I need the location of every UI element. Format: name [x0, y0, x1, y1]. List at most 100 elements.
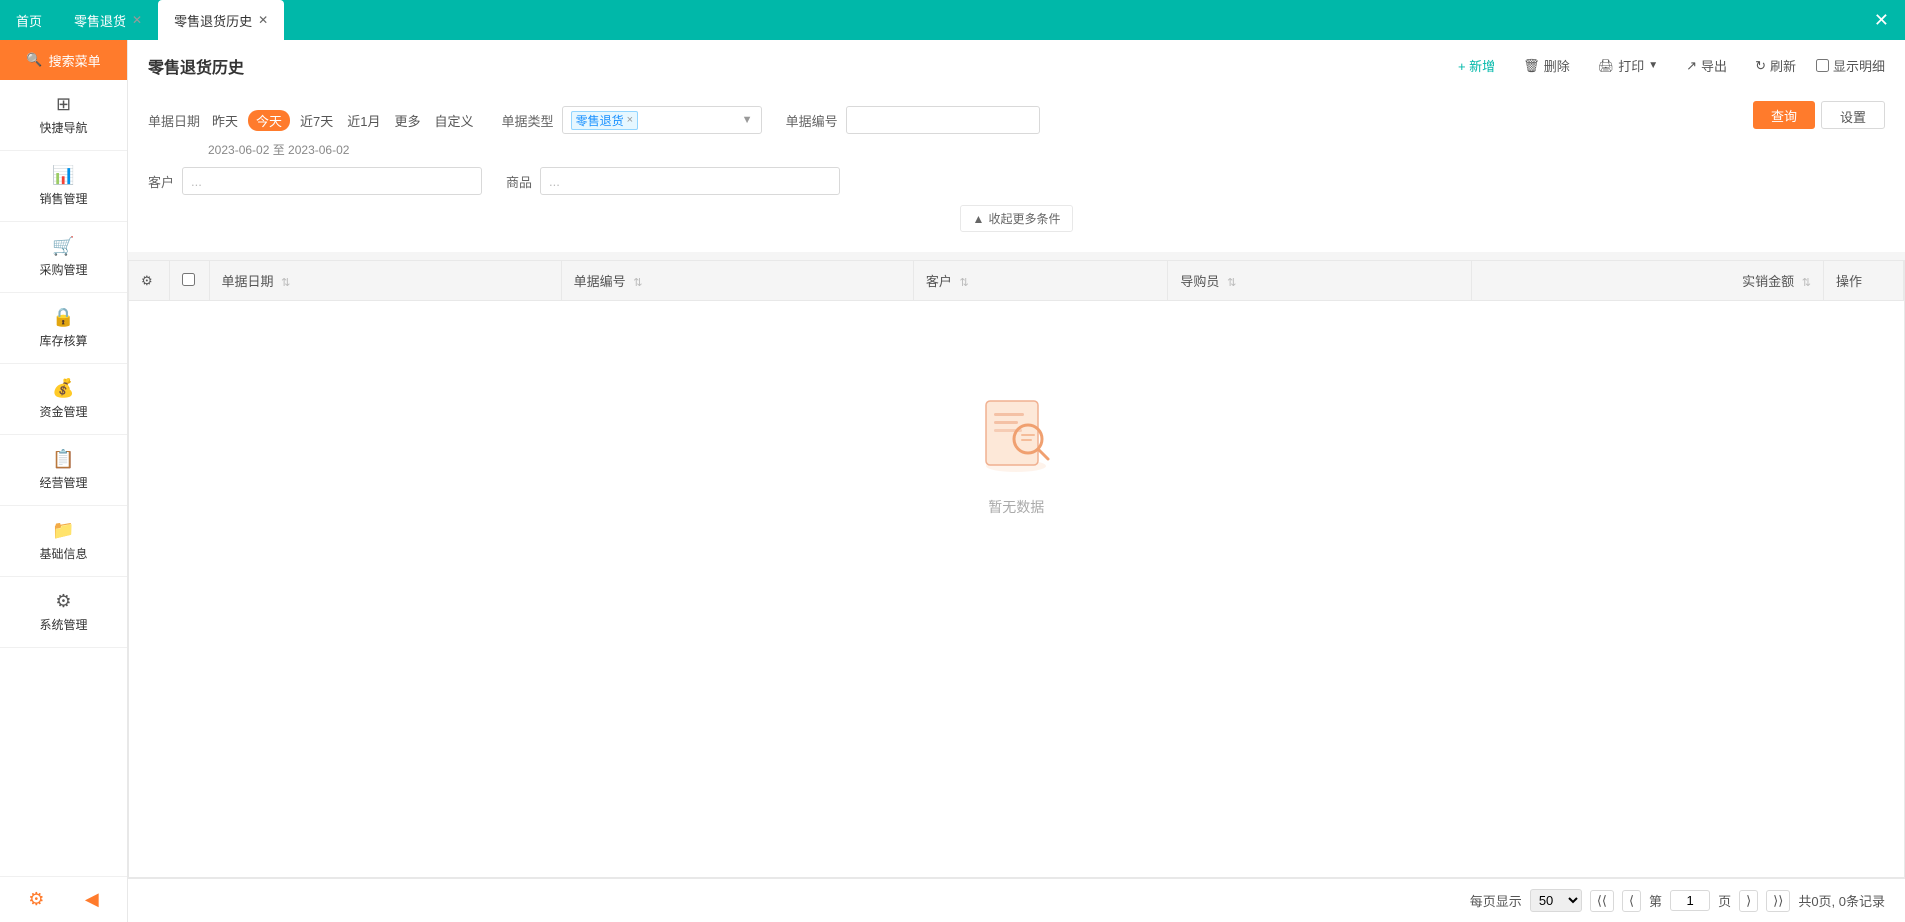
page-suffix: 页 [1718, 891, 1731, 910]
main-layout: 🔍 搜索菜单 ⊞ 快捷导航 📊 销售管理 🛒 采购管理 🔒 库存核算 💰 资金管… [0, 40, 1905, 922]
collapse-sidebar-icon[interactable]: ◀ [85, 889, 99, 910]
page-label: 第 [1649, 891, 1662, 910]
setting-button[interactable]: 设置 [1821, 101, 1885, 129]
total-info: 共0页, 0条记录 [1798, 891, 1885, 910]
doc-type-select[interactable]: 零售退货 × ▼ [562, 106, 762, 134]
sidebar-search[interactable]: 🔍 搜索菜单 [0, 40, 127, 80]
tab-retail-return-history[interactable]: 零售退货历史 ✕ [158, 0, 284, 40]
print-button[interactable]: 🖨 打印 ▼ [1590, 52, 1666, 79]
customer-select[interactable]: ... [182, 167, 482, 195]
new-button[interactable]: + 新增 [1450, 52, 1503, 79]
first-page-button[interactable]: ⟨⟨ [1590, 890, 1614, 912]
sidebar-item-quick-nav[interactable]: ⊞ 快捷导航 [0, 80, 127, 151]
filter-customer: 客户 ... [148, 167, 482, 195]
sidebar-item-sales-mgmt[interactable]: 📊 销售管理 [0, 151, 127, 222]
page-input[interactable] [1670, 890, 1710, 911]
tab-retail-return-label: 零售退货 [74, 11, 126, 30]
top-bar-right: ✕ [1858, 10, 1905, 31]
top-tab-bar: 首页 零售退货 ✕ 零售退货历史 ✕ ✕ [0, 0, 1905, 40]
sidebar-item-purchase-label: 采购管理 [39, 261, 87, 278]
sidebar-item-basic-label: 基础信息 [39, 545, 87, 562]
date-opt-7days[interactable]: 近7天 [296, 110, 337, 131]
filter-row-2: 客户 ... 商品 ... [148, 167, 1885, 195]
col-guide[interactable]: 导购员 ⇅ [1168, 261, 1471, 301]
sidebar-item-purchase-mgmt[interactable]: 🛒 采购管理 [0, 222, 127, 293]
delete-button[interactable]: 🗑 删除 [1515, 52, 1578, 79]
sidebar-item-system-label: 系统管理 [39, 616, 87, 633]
col-guide-sort: ⇅ [1227, 277, 1236, 289]
inventory-icon: 🔒 [52, 307, 74, 328]
table-container: ⚙ 单据日期 ⇅ 单据编号 ⇅ [128, 260, 1905, 878]
export-button[interactable]: ↗ 导出 [1678, 52, 1735, 79]
date-opt-custom[interactable]: 自定义 [431, 110, 478, 131]
filter-area: 单据日期 昨天 今天 近7天 近1月 更多 自定义 单据类型 [148, 91, 1885, 242]
goods-select[interactable]: ... [540, 167, 840, 195]
col-doc-date-sort: ⇅ [281, 277, 290, 289]
collapse-button[interactable]: ▲ 收起更多条件 [960, 205, 1074, 232]
per-page-select[interactable]: 50 20 100 [1530, 889, 1582, 912]
doc-type-arrow-icon: ▼ [742, 114, 753, 126]
col-doc-num[interactable]: 单据编号 ⇅ [561, 261, 913, 301]
col-guide-label: 导购员 [1180, 274, 1219, 289]
date-range-display: 2023-06-02 至 2023-06-02 [208, 143, 349, 157]
sales-icon: 📊 [52, 165, 74, 186]
sidebar-item-finance[interactable]: 💰 资金管理 [0, 364, 127, 435]
prev-page-button[interactable]: ⟨ [1622, 890, 1641, 912]
refresh-button[interactable]: ↻ 刷新 [1747, 52, 1804, 79]
filter-doc-type: 单据类型 零售退货 × ▼ [502, 106, 762, 134]
sidebar-item-operation[interactable]: 📋 经营管理 [0, 435, 127, 506]
date-opt-yesterday[interactable]: 昨天 [208, 110, 242, 131]
sidebar-search-label: 搜索菜单 [49, 51, 101, 70]
col-amount-label: 实销金额 [1742, 274, 1794, 289]
doc-type-tag-close[interactable]: × [627, 114, 633, 126]
col-setting[interactable]: ⚙ [129, 261, 169, 301]
doc-type-tag-text: 零售退货 [576, 112, 624, 129]
customer-label: 客户 [148, 172, 174, 191]
col-customer-sort: ⇅ [959, 277, 968, 289]
col-amount[interactable]: 实销金额 ⇅ [1471, 261, 1823, 301]
sidebar-item-system-mgmt[interactable]: ⚙ 系统管理 [0, 577, 127, 648]
tab-retail-return[interactable]: 零售退货 ✕ [58, 0, 158, 40]
empty-illustration [966, 381, 1066, 481]
doc-num-input[interactable] [846, 106, 1040, 134]
print-arrow-icon: ▼ [1648, 60, 1658, 71]
sidebar-item-basic-info[interactable]: 📁 基础信息 [0, 506, 127, 577]
date-opt-1month[interactable]: 近1月 [343, 110, 384, 131]
sidebar-item-inventory-label: 库存核算 [39, 332, 87, 349]
basic-info-icon: 📁 [52, 520, 74, 541]
col-checkbox[interactable] [169, 261, 209, 301]
export-btn-label: 导出 [1701, 56, 1727, 75]
query-button[interactable]: 查询 [1753, 101, 1815, 129]
tab-home[interactable]: 首页 [0, 0, 58, 40]
delete-btn-label: 删除 [1544, 56, 1570, 75]
filter-doc-num: 单据编号 [786, 106, 1040, 134]
display-detail-checkbox[interactable] [1816, 59, 1829, 72]
last-page-button[interactable]: ⟩⟩ [1766, 890, 1790, 912]
settings-bottom-icon[interactable]: ⚙ [28, 889, 44, 910]
close-window-icon[interactable]: ✕ [1874, 10, 1889, 31]
col-actions-label: 操作 [1836, 274, 1862, 289]
doc-num-label: 单据编号 [786, 111, 838, 130]
date-filter-label: 单据日期 [148, 111, 200, 130]
pagination-bar: 每页显示 50 20 100 ⟨⟨ ⟨ 第 页 ⟩ ⟩⟩ 共0页, 0条记录 [128, 878, 1905, 922]
sidebar-item-inventory[interactable]: 🔒 库存核算 [0, 293, 127, 364]
new-btn-label: + 新增 [1458, 56, 1495, 75]
date-opt-today[interactable]: 今天 [248, 110, 290, 131]
col-doc-date[interactable]: 单据日期 ⇅ [209, 261, 561, 301]
refresh-icon: ↻ [1755, 58, 1766, 74]
toolbar: + 新增 🗑 删除 🖨 打印 ▼ ↗ 导出 [1450, 52, 1885, 79]
select-all-checkbox[interactable] [182, 273, 195, 286]
purchase-icon: 🛒 [52, 236, 74, 257]
content-area: 零售退货历史 + 新增 🗑 删除 🖨 打印 ▼ ↗ [128, 40, 1905, 922]
top-section: 零售退货历史 + 新增 🗑 删除 🖨 打印 ▼ ↗ [128, 40, 1905, 252]
tab-retail-return-close[interactable]: ✕ [132, 13, 142, 27]
next-page-button[interactable]: ⟩ [1739, 890, 1758, 912]
col-customer-label: 客户 [926, 274, 952, 289]
collapse-label: 收起更多条件 [988, 210, 1060, 227]
goods-label: 商品 [506, 172, 532, 191]
col-customer[interactable]: 客户 ⇅ [913, 261, 1168, 301]
tab-retail-return-history-close[interactable]: ✕ [258, 13, 268, 27]
display-detail-toggle[interactable]: 显示明细 [1816, 56, 1885, 75]
data-table: ⚙ 单据日期 ⇅ 单据编号 ⇅ [129, 261, 1904, 597]
date-opt-more[interactable]: 更多 [391, 110, 425, 131]
